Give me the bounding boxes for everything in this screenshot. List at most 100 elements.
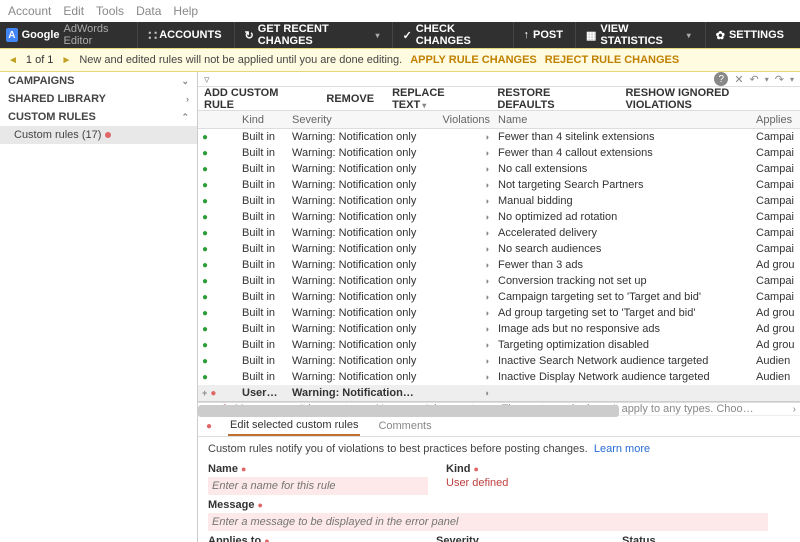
grid-header: Kind Severity Violations Name Applies [198,111,800,129]
status-dot-icon: ● [202,148,208,159]
error-dot-icon: ● [206,421,212,432]
next-page-icon[interactable]: ► [61,55,71,66]
get-recent-changes-button[interactable]: ↻GET RECENT CHANGES▾ [234,22,390,48]
apply-rule-changes-link[interactable]: APPLY RULE CHANGES [410,54,537,66]
grid-row[interactable]: ●Built inWarning: Notification only◗Conv… [198,273,800,289]
sidebar-custom-rules[interactable]: CUSTOM RULES⌃ [0,108,197,126]
chevron-down-icon[interactable]: ▾ [765,75,769,84]
close-icon[interactable]: ✕ [734,73,743,86]
status-dot-icon: ● [202,276,208,287]
grid-row[interactable]: ●Built inWarning: Notification only◗Inac… [198,353,800,369]
notice-bar: ◄ 1 of 1 ► New and edited rules will not… [0,48,800,72]
rules-grid: Kind Severity Violations Name Applies ●B… [198,111,800,402]
check-changes-button[interactable]: ✓CHECK CHANGES [392,22,511,48]
brand: A Google AdWords Editor [6,23,135,47]
filter-funnel-icon[interactable]: ▿ [204,73,210,86]
error-dot-icon [105,132,111,138]
grid-row[interactable]: ●Built inWarning: Notification only◗Ad g… [198,305,800,321]
sidebar-campaigns[interactable]: CAMPAIGNS⌄ [0,72,197,90]
scrollbar-thumb[interactable] [198,405,619,417]
tab-comments[interactable]: Comments [376,417,433,435]
kind-label: Kind [446,463,470,475]
violation-icon: ◗ [485,180,490,190]
col-severity[interactable]: Severity [288,114,436,126]
status-dot-icon: ● [202,132,208,143]
grid-row[interactable]: ●Built inWarning: Notification only◗Targ… [198,337,800,353]
grid-row-user[interactable]: + ● User… Warning: Notification… ◗ [198,385,800,401]
post-button[interactable]: ↑POST [513,22,573,48]
grid-icon: ∷ [148,27,155,44]
accounts-button[interactable]: ∷ACCOUNTS [137,22,231,48]
learn-more-link[interactable]: Learn more [594,443,650,455]
applies-label: Applies to [208,535,261,542]
status-dot-icon: ● [202,308,208,319]
add-custom-rule-button[interactable]: ADD CUSTOM RULE [204,87,308,111]
menu-tools[interactable]: Tools [96,4,124,18]
status-dot-icon: ● [202,372,208,383]
grid-row[interactable]: ●Built inWarning: Notification only◗Not … [198,177,800,193]
sidebar-custom-rules-count[interactable]: Custom rules (17) [0,126,197,144]
undo-icon[interactable]: ↶ [750,73,759,86]
menu-help[interactable]: Help [173,4,198,18]
error-dot-icon: ● [210,388,216,399]
grid-row[interactable]: ●Built inWarning: Notification only◗Acce… [198,225,800,241]
reshow-violations-button[interactable]: RESHOW IGNORED VIOLATIONS [625,87,794,111]
violation-icon: ◗ [485,340,490,350]
violation-icon: ◗ [485,308,490,318]
replace-text-button[interactable]: REPLACE TEXT▾ [392,87,479,111]
name-input[interactable] [208,477,428,495]
help-icon[interactable]: ? [714,72,728,86]
stats-icon: ▦ [586,29,596,42]
required-icon: ● [474,464,479,474]
redo-icon[interactable]: ↷ [775,73,784,86]
grid-row[interactable]: ●Built inWarning: Notification only◗Fewe… [198,257,800,273]
menu-data[interactable]: Data [136,4,161,18]
view-statistics-button[interactable]: ▦VIEW STATISTICS▾ [575,22,701,48]
chevron-up-icon: ⌃ [181,112,189,123]
grid-row[interactable]: ●Built inWarning: Notification only◗Inac… [198,369,800,385]
violation-icon: ◗ [485,132,490,142]
violation-icon: ◗ [485,276,490,286]
grid-row[interactable]: ●Built inWarning: Notification only◗Fewe… [198,129,800,145]
col-kind[interactable]: Kind [238,114,288,126]
col-applies[interactable]: Applies [752,114,800,126]
grid-row[interactable]: ●Built inWarning: Notification only◗Imag… [198,321,800,337]
violation-icon: ◗ [485,260,490,270]
page-count: 1 of 1 [26,54,54,66]
grid-row[interactable]: ●Built inWarning: Notification only◗Fewe… [198,145,800,161]
edit-form: Name ● Kind ● User defined Message ● App… [198,461,800,542]
status-label: Status [622,535,790,542]
remove-button[interactable]: REMOVE [326,93,374,105]
settings-button[interactable]: ✿SETTINGS [705,22,794,48]
restore-defaults-button[interactable]: RESTORE DEFAULTS [497,87,607,111]
violation-icon: ◗ [485,164,490,174]
required-icon: ● [258,500,263,510]
tab-edit-rules[interactable]: Edit selected custom rules [228,416,360,436]
detail-tabs: ● Edit selected custom rules Comments [198,416,800,437]
status-dot-icon: ● [202,340,208,351]
grid-row[interactable]: ●Built inWarning: Notification only◗No s… [198,241,800,257]
menu-account[interactable]: Account [8,4,51,18]
message-input[interactable] [208,513,768,531]
chevron-down-icon: ▾ [422,101,426,110]
chevron-right-icon: › [186,94,189,104]
kind-value: User defined [446,477,508,489]
chevron-down-icon[interactable]: ▾ [790,75,794,84]
col-violations[interactable]: Violations [436,114,494,126]
grid-row[interactable]: ●Built inWarning: Notification only◗No c… [198,161,800,177]
horizontal-scrollbar[interactable]: ‹› [198,402,800,403]
app-menubar: Account Edit Tools Data Help [0,0,800,22]
sidebar-shared-library[interactable]: SHARED LIBRARY› [0,90,197,108]
violation-icon: ◗ [485,244,490,254]
check-icon: ✓ [403,29,412,42]
grid-row[interactable]: ●Built inWarning: Notification only◗Camp… [198,289,800,305]
grid-row[interactable]: ●Built inWarning: Notification only◗Manu… [198,193,800,209]
reject-rule-changes-link[interactable]: REJECT RULE CHANGES [545,54,679,66]
menu-edit[interactable]: Edit [63,4,84,18]
violation-icon: ◗ [485,212,490,222]
chevron-down-icon: ▾ [687,31,691,40]
grid-row[interactable]: ●Built inWarning: Notification only◗No o… [198,209,800,225]
violation-icon: ◗ [485,356,490,366]
col-name[interactable]: Name [494,114,752,126]
prev-page-icon[interactable]: ◄ [8,55,18,66]
